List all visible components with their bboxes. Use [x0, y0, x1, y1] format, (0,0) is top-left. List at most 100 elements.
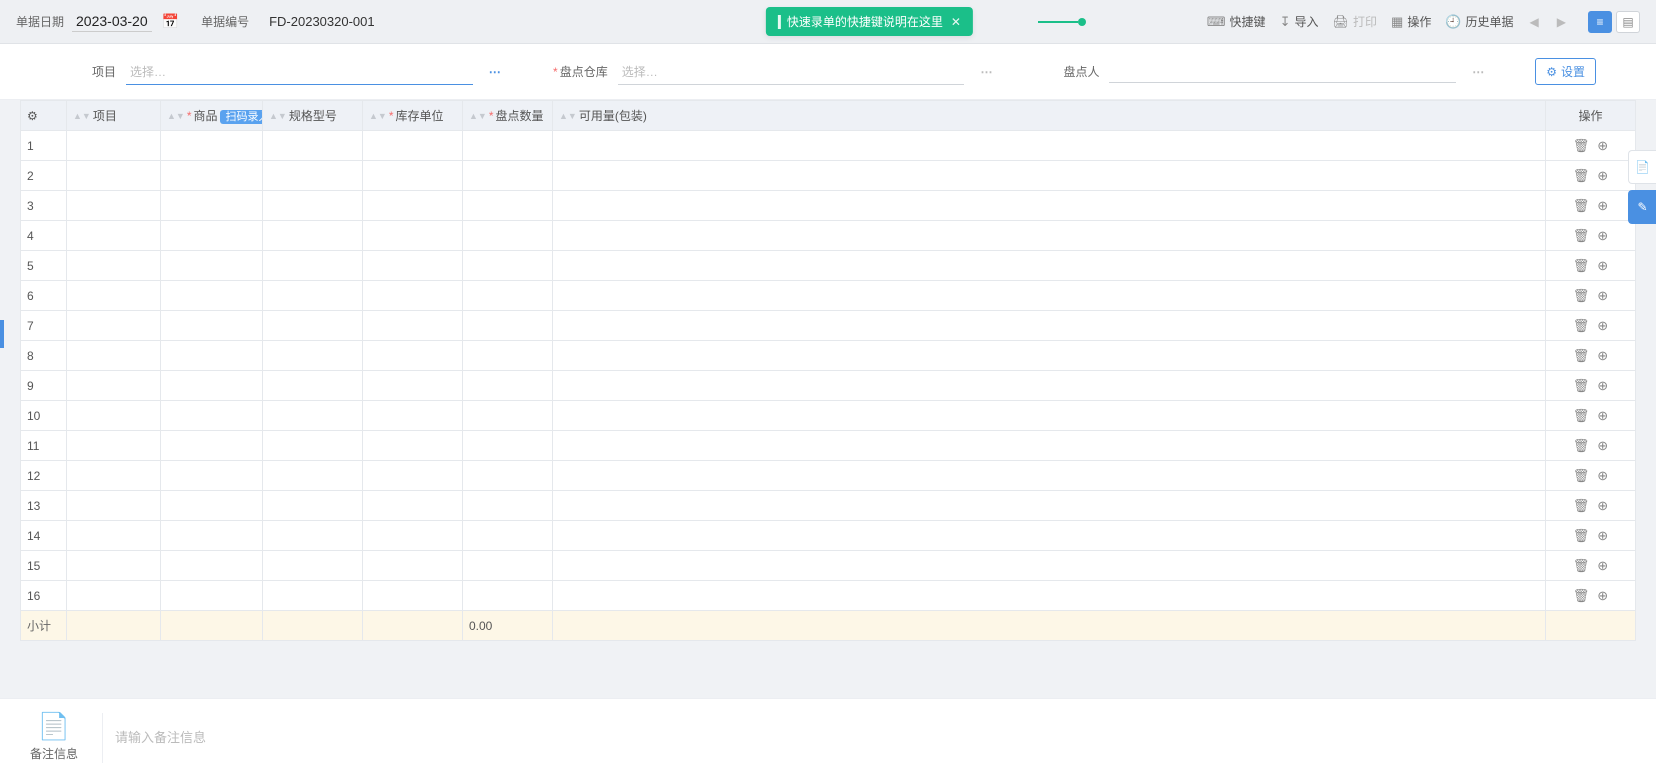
- cell-product[interactable]: [161, 191, 263, 221]
- add-row-icon[interactable]: ⊕: [1597, 408, 1608, 423]
- table-row[interactable]: 8🗑⊕: [21, 341, 1636, 371]
- cell-product[interactable]: [161, 431, 263, 461]
- cell-project[interactable]: [67, 581, 161, 611]
- delete-row-icon[interactable]: 🗑: [1573, 318, 1590, 333]
- cell-product[interactable]: [161, 521, 263, 551]
- cell-project[interactable]: [67, 281, 161, 311]
- header-project[interactable]: ▲▼项目: [67, 101, 161, 131]
- delete-row-icon[interactable]: 🗑: [1573, 288, 1590, 303]
- cell-spec[interactable]: [263, 281, 363, 311]
- cell-product[interactable]: [161, 581, 263, 611]
- calendar-icon[interactable]: 📅: [162, 13, 179, 30]
- cell-product[interactable]: [161, 461, 263, 491]
- cell-project[interactable]: [67, 371, 161, 401]
- cell-spec[interactable]: [263, 461, 363, 491]
- add-row-icon[interactable]: ⊕: [1597, 228, 1608, 243]
- cell-unit[interactable]: [363, 401, 463, 431]
- side-tab-doc[interactable]: 📄: [1628, 150, 1656, 184]
- table-row[interactable]: 7🗑⊕: [21, 311, 1636, 341]
- delete-row-icon[interactable]: 🗑: [1573, 498, 1590, 513]
- cell-avail[interactable]: [553, 401, 1546, 431]
- cell-avail[interactable]: [553, 221, 1546, 251]
- header-spec[interactable]: ▲▼规格型号: [263, 101, 363, 131]
- delete-row-icon[interactable]: 🗑: [1573, 528, 1590, 543]
- cell-spec[interactable]: [263, 581, 363, 611]
- cell-spec[interactable]: [263, 551, 363, 581]
- delete-row-icon[interactable]: 🗑: [1573, 588, 1590, 603]
- cell-product[interactable]: [161, 221, 263, 251]
- warehouse-more-icon[interactable]: ⋯: [980, 65, 993, 79]
- cell-project[interactable]: [67, 131, 161, 161]
- cell-unit[interactable]: [363, 551, 463, 581]
- close-icon[interactable]: ✕: [951, 15, 961, 29]
- cell-project[interactable]: [67, 251, 161, 281]
- cell-project[interactable]: [67, 341, 161, 371]
- delete-row-icon[interactable]: 🗑: [1573, 558, 1590, 573]
- checker-select[interactable]: [1109, 60, 1456, 83]
- cell-qty[interactable]: [463, 431, 553, 461]
- cell-avail[interactable]: [553, 161, 1546, 191]
- add-row-icon[interactable]: ⊕: [1597, 258, 1608, 273]
- cell-project[interactable]: [67, 491, 161, 521]
- cell-project[interactable]: [67, 551, 161, 581]
- cell-unit[interactable]: [363, 221, 463, 251]
- view-list-button[interactable]: ≡: [1588, 11, 1612, 33]
- cell-avail[interactable]: [553, 131, 1546, 161]
- cell-unit[interactable]: [363, 431, 463, 461]
- delete-row-icon[interactable]: 🗑: [1573, 258, 1590, 273]
- table-row[interactable]: 2🗑⊕: [21, 161, 1636, 191]
- shortcut-button[interactable]: ⌨ 快捷键: [1207, 13, 1266, 30]
- add-row-icon[interactable]: ⊕: [1597, 378, 1608, 393]
- cell-product[interactable]: [161, 251, 263, 281]
- cell-unit[interactable]: [363, 581, 463, 611]
- header-qty[interactable]: ▲▼*盘点数量: [463, 101, 553, 131]
- cell-unit[interactable]: [363, 251, 463, 281]
- table-row[interactable]: 15🗑⊕: [21, 551, 1636, 581]
- cell-unit[interactable]: [363, 161, 463, 191]
- cell-spec[interactable]: [263, 431, 363, 461]
- view-card-button[interactable]: ▤: [1616, 11, 1640, 33]
- delete-row-icon[interactable]: 🗑: [1573, 138, 1590, 153]
- cell-spec[interactable]: [263, 371, 363, 401]
- cell-spec[interactable]: [263, 131, 363, 161]
- cell-product[interactable]: [161, 281, 263, 311]
- cell-avail[interactable]: [553, 311, 1546, 341]
- cell-avail[interactable]: [553, 191, 1546, 221]
- cell-avail[interactable]: [553, 371, 1546, 401]
- cell-qty[interactable]: [463, 161, 553, 191]
- cell-qty[interactable]: [463, 371, 553, 401]
- add-row-icon[interactable]: ⊕: [1597, 528, 1608, 543]
- cell-spec[interactable]: [263, 221, 363, 251]
- cell-qty[interactable]: [463, 461, 553, 491]
- cell-qty[interactable]: [463, 131, 553, 161]
- date-value[interactable]: 2023-03-20: [72, 11, 152, 32]
- cell-unit[interactable]: [363, 461, 463, 491]
- prev-doc-arrow[interactable]: ◀: [1528, 15, 1541, 29]
- table-row[interactable]: 5🗑⊕: [21, 251, 1636, 281]
- cell-spec[interactable]: [263, 491, 363, 521]
- cell-unit[interactable]: [363, 281, 463, 311]
- table-row[interactable]: 6🗑⊕: [21, 281, 1636, 311]
- scan-input-tag[interactable]: 扫码录入: [220, 110, 263, 124]
- print-button[interactable]: 🖨 打印: [1332, 13, 1377, 30]
- cell-product[interactable]: [161, 311, 263, 341]
- cell-unit[interactable]: [363, 341, 463, 371]
- cell-unit[interactable]: [363, 131, 463, 161]
- side-tab-edit[interactable]: ✎: [1628, 190, 1656, 224]
- table-row[interactable]: 14🗑⊕: [21, 521, 1636, 551]
- cell-avail[interactable]: [553, 281, 1546, 311]
- cell-product[interactable]: [161, 161, 263, 191]
- cell-unit[interactable]: [363, 311, 463, 341]
- cell-qty[interactable]: [463, 581, 553, 611]
- cell-avail[interactable]: [553, 461, 1546, 491]
- add-row-icon[interactable]: ⊕: [1597, 558, 1608, 573]
- cell-avail[interactable]: [553, 491, 1546, 521]
- add-row-icon[interactable]: ⊕: [1597, 498, 1608, 513]
- cell-spec[interactable]: [263, 161, 363, 191]
- add-row-icon[interactable]: ⊕: [1597, 348, 1608, 363]
- cell-product[interactable]: [161, 371, 263, 401]
- cell-spec[interactable]: [263, 191, 363, 221]
- delete-row-icon[interactable]: 🗑: [1573, 168, 1590, 183]
- table-row[interactable]: 9🗑⊕: [21, 371, 1636, 401]
- delete-row-icon[interactable]: 🗑: [1573, 348, 1590, 363]
